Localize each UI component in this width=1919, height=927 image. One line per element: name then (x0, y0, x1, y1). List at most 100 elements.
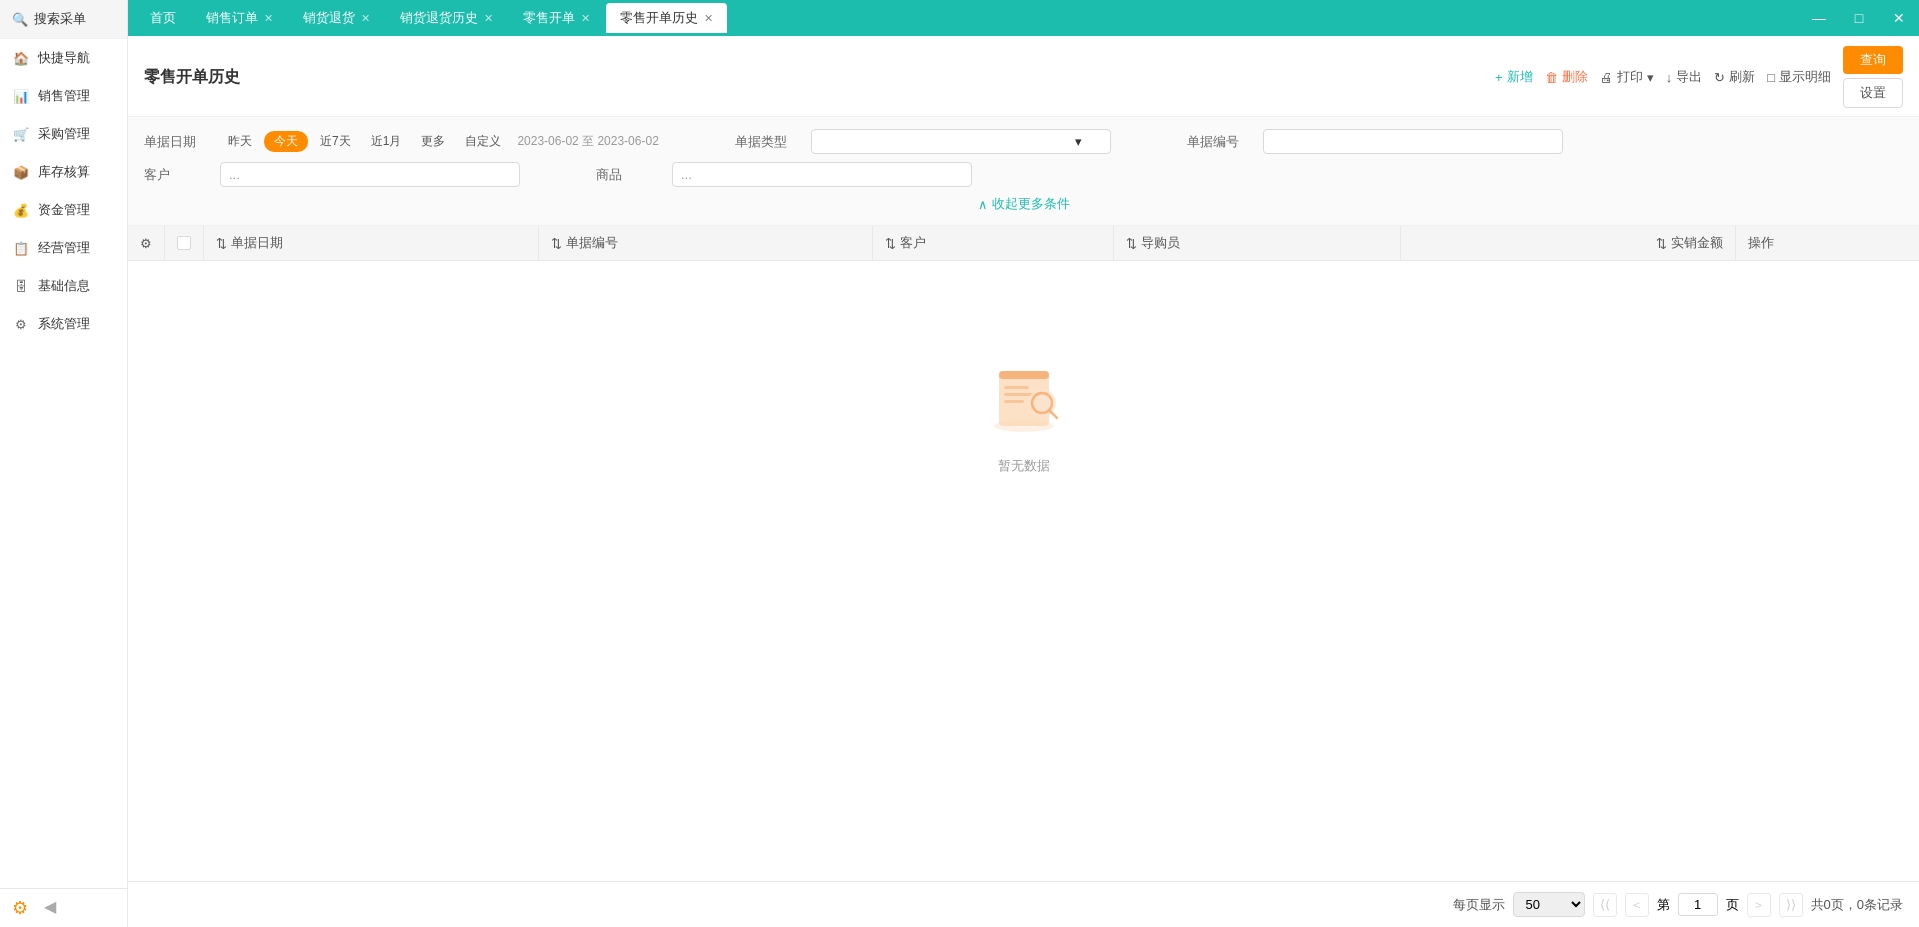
total-info: 共0页，0条记录 (1811, 896, 1903, 914)
tab-sales-return[interactable]: 销货退货 ✕ (289, 3, 384, 33)
th-amount-sort-icon: ⇅ (1656, 236, 1667, 251)
empty-illustration (974, 341, 1074, 441)
query-button[interactable]: 查询 (1843, 46, 1903, 74)
tab-sales-order-label: 销售订单 (206, 9, 258, 27)
tab-sales-return-history[interactable]: 销货退货历史 ✕ (386, 3, 507, 33)
empty-state: 暂无数据 (128, 261, 1919, 555)
date-btn-custom[interactable]: 自定义 (457, 131, 509, 152)
per-page-select[interactable]: 50 100 (1513, 892, 1585, 917)
th-date-sort-icon: ⇅ (216, 236, 227, 251)
sidebar-item-label: 快捷导航 (38, 49, 90, 67)
filter-area: 单据日期 昨天 今天 近7天 近1月 更多 自定义 2023-06-02 至 2… (128, 117, 1919, 226)
page-input[interactable] (1678, 893, 1718, 916)
delete-button[interactable]: 🗑 删除 (1545, 68, 1588, 86)
page-title: 零售开单历史 (144, 67, 240, 88)
print-button[interactable]: 🖨 打印 ▾ (1600, 68, 1654, 86)
date-btn-yesterday[interactable]: 昨天 (220, 131, 260, 152)
bill-type-select[interactable]: ▾ (811, 129, 1111, 154)
tab-sales-return-history-label: 销货退货历史 (400, 9, 478, 27)
settings-button[interactable]: 设置 (1843, 78, 1903, 108)
date-btn-7days[interactable]: 近7天 (312, 131, 359, 152)
tab-retail-open-close[interactable]: ✕ (581, 12, 590, 25)
th-customer[interactable]: ⇅ 客户 (873, 226, 1113, 261)
content: 零售开单历史 + 新增 🗑 删除 🖨 打印 ▾ ↓ 导出 (128, 36, 1919, 927)
bill-no-input[interactable] (1263, 129, 1563, 154)
th-guide[interactable]: ⇅ 导购员 (1113, 226, 1400, 261)
sidebar-item-purchase-mgmt[interactable]: 🛒 采购管理 (0, 115, 127, 153)
sidebar-item-label: 经营管理 (38, 239, 90, 257)
display-icon: □ (1767, 70, 1775, 85)
search-icon: 🔍 (12, 12, 28, 27)
prev-page-button[interactable]: ＜ (1625, 893, 1649, 917)
tab-sales-order[interactable]: 销售订单 ✕ (192, 3, 287, 33)
refresh-button[interactable]: ↻ 刷新 (1714, 68, 1755, 86)
sidebar-item-sales-mgmt[interactable]: 📊 销售管理 (0, 77, 127, 115)
th-no[interactable]: ⇅ 单据编号 (538, 226, 873, 261)
last-page-button[interactable]: ⟩⟩ (1779, 893, 1803, 917)
page-suffix: 页 (1726, 896, 1739, 914)
sidebar-item-label: 基础信息 (38, 277, 90, 295)
next-page-button[interactable]: ＞ (1747, 893, 1771, 917)
sidebar-item-operations[interactable]: 📋 经营管理 (0, 229, 127, 267)
sidebar-item-system[interactable]: ⚙ 系统管理 (0, 305, 127, 343)
export-button[interactable]: ↓ 导出 (1666, 68, 1703, 86)
bill-type-arrow-icon: ▾ (1075, 134, 1082, 149)
th-customer-label: 客户 (900, 234, 926, 252)
tab-retail-open-history[interactable]: 零售开单历史 ✕ (606, 3, 727, 33)
sidebar-collapse-icon[interactable]: ◀ (44, 897, 56, 919)
select-all-checkbox[interactable] (177, 236, 191, 250)
svg-rect-2 (999, 371, 1049, 379)
svg-rect-5 (1004, 400, 1024, 403)
customer-label: 客户 (144, 166, 204, 184)
sidebar-search[interactable]: 🔍 搜索采单 (0, 0, 127, 39)
th-date[interactable]: ⇅ 单据日期 (204, 226, 539, 261)
date-btn-more[interactable]: 更多 (413, 131, 453, 152)
delete-icon: 🗑 (1545, 70, 1558, 85)
sidebar-item-quick-nav[interactable]: 🏠 快捷导航 (0, 39, 127, 77)
gear-icon: ⚙ (12, 315, 30, 333)
box-icon: 📦 (12, 163, 30, 181)
tab-retail-open[interactable]: 零售开单 ✕ (509, 3, 604, 33)
delete-label: 删除 (1562, 68, 1588, 86)
sidebar-item-basic-info[interactable]: 🗄 基础信息 (0, 267, 127, 305)
goods-input[interactable]: ... (672, 162, 972, 187)
refresh-icon: ↻ (1714, 70, 1725, 85)
table-header-row: ⚙ ⇅ 单据日期 ⇅ (128, 226, 1919, 261)
bill-type-label: 单据类型 (735, 133, 795, 151)
table-container: ⚙ ⇅ 单据日期 ⇅ (128, 226, 1919, 881)
export-label: 导出 (1676, 68, 1702, 86)
tab-retail-open-history-close[interactable]: ✕ (704, 12, 713, 25)
tab-sales-return-close[interactable]: ✕ (361, 12, 370, 25)
filter-row-1: 单据日期 昨天 今天 近7天 近1月 更多 自定义 2023-06-02 至 2… (144, 129, 1903, 154)
close-button[interactable]: ✕ (1879, 0, 1919, 36)
collapse-button[interactable]: ∧ 收起更多条件 (978, 195, 1070, 213)
add-button[interactable]: + 新增 (1495, 68, 1533, 86)
sidebar-item-inventory[interactable]: 📦 库存核算 (0, 153, 127, 191)
th-ops: 操作 (1735, 226, 1919, 261)
sidebar-settings-icon[interactable]: ⚙ (12, 897, 28, 919)
maximize-button[interactable]: □ (1839, 0, 1879, 36)
sidebar-item-finance[interactable]: 💰 资金管理 (0, 191, 127, 229)
date-label: 单据日期 (144, 133, 204, 151)
th-amount[interactable]: ⇅ 实销金额 (1400, 226, 1735, 261)
goods-label: 商品 (596, 166, 656, 184)
display-button[interactable]: □ 显示明细 (1767, 68, 1831, 86)
date-btn-today[interactable]: 今天 (264, 131, 308, 152)
date-btn-1month[interactable]: 近1月 (363, 131, 410, 152)
page-header: 零售开单历史 + 新增 🗑 删除 🖨 打印 ▾ ↓ 导出 (128, 36, 1919, 117)
sidebar-item-label: 采购管理 (38, 125, 90, 143)
tab-sales-order-close[interactable]: ✕ (264, 12, 273, 25)
customer-ellipsis: ... (229, 167, 240, 182)
first-page-button[interactable]: ⟨⟨ (1593, 893, 1617, 917)
tab-home[interactable]: 首页 (136, 3, 190, 33)
svg-rect-3 (1004, 386, 1029, 389)
th-config[interactable]: ⚙ (128, 226, 165, 261)
th-amount-label: 实销金额 (1671, 234, 1723, 252)
th-check[interactable] (165, 226, 204, 261)
tab-sales-return-history-close[interactable]: ✕ (484, 12, 493, 25)
tab-home-label: 首页 (150, 9, 176, 27)
minimize-button[interactable]: — (1799, 0, 1839, 36)
goods-ellipsis: ... (681, 167, 692, 182)
customer-input[interactable]: ... (220, 162, 520, 187)
th-no-label: 单据编号 (566, 234, 618, 252)
